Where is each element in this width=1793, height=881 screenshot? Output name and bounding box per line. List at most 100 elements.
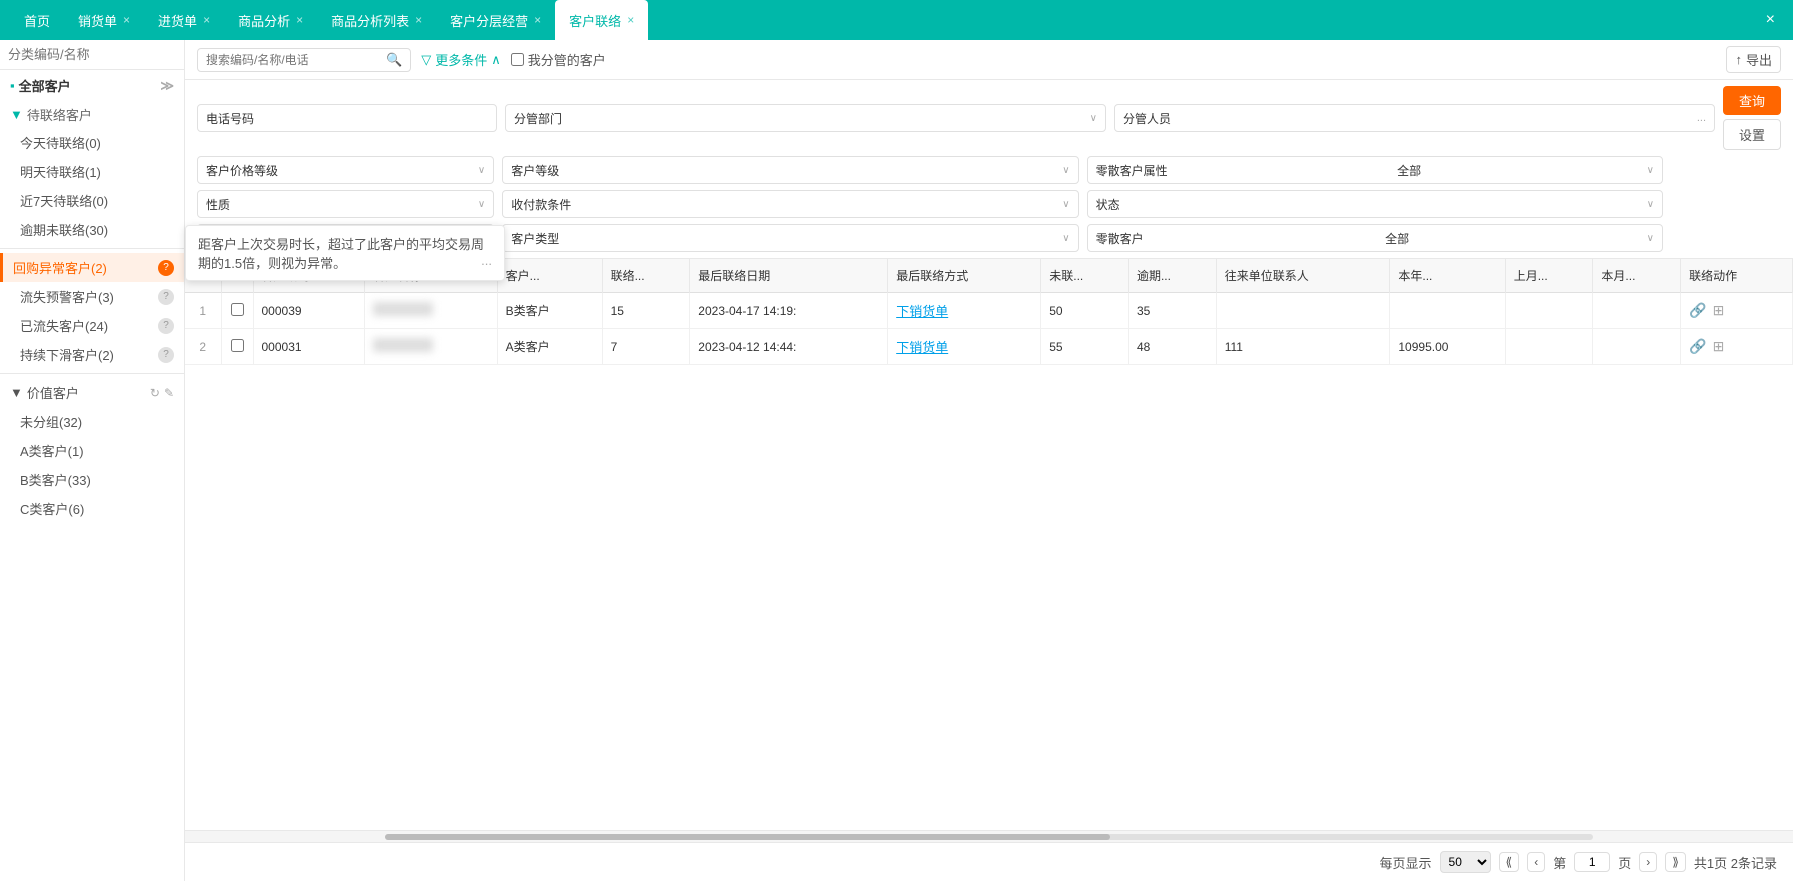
- nav-home[interactable]: 首页: [10, 0, 64, 40]
- row2-grid-icon[interactable]: ⊞: [1713, 338, 1725, 355]
- next-page-btn[interactable]: ›: [1639, 852, 1657, 872]
- customer-type-arrow: ∨: [1062, 233, 1069, 244]
- sidebar-7days-pending[interactable]: 近7天待联络(0): [0, 186, 184, 215]
- sidebar-today-pending[interactable]: 今天待联络(0): [0, 128, 184, 157]
- sidebar-declining[interactable]: 持续下滑客户(2) ?: [0, 340, 184, 369]
- edit-icon[interactable]: ✎: [164, 386, 174, 400]
- sidebar-churn-warning[interactable]: 流失预警客户(3) ?: [0, 282, 184, 311]
- row1-contact-person: [1216, 293, 1390, 329]
- filter-row-3: 性质 ∨ 收付款条件 ∨ 状态 ∨: [197, 190, 1781, 218]
- col-last-date: 最后联络日期: [690, 259, 888, 293]
- row1-name: [365, 293, 497, 329]
- close-customer-contact[interactable]: ×: [627, 13, 634, 27]
- row1-grid-icon[interactable]: ⊞: [1713, 302, 1725, 319]
- tooltip-close[interactable]: ...: [481, 253, 492, 268]
- nav-customer-contact[interactable]: 客户联络 ×: [555, 0, 648, 40]
- col-contact-person: 往来单位联系人: [1216, 259, 1390, 293]
- nav-product-analysis-list[interactable]: 商品分析列表 ×: [317, 0, 436, 40]
- nav-close-all[interactable]: ×: [1758, 11, 1783, 29]
- row2-code: 000031: [253, 329, 365, 365]
- row1-link-icon[interactable]: 🔗: [1689, 302, 1706, 319]
- retail-customer-field[interactable]: 零散客户 全部 ∨: [1087, 224, 1663, 252]
- sidebar-ungrouped[interactable]: 未分组(32): [0, 407, 184, 436]
- nature-arrow: ∨: [478, 199, 485, 210]
- nav-purchase-order[interactable]: 进货单 ×: [144, 0, 224, 40]
- close-product-analysis[interactable]: ×: [296, 13, 303, 27]
- churned-help-icon[interactable]: ?: [158, 318, 174, 334]
- content-area: 🔍 ▽ 更多条件 ∧ 我分管的客户 ↑ 导出 电话号码: [185, 40, 1793, 881]
- sidebar-a-class[interactable]: A类客户(1): [0, 436, 184, 465]
- retail-attr-field[interactable]: 零散客户属性 全部 ∨: [1087, 156, 1663, 184]
- col-this-month: 本月...: [1593, 259, 1681, 293]
- col-this-year: 本年...: [1390, 259, 1505, 293]
- sidebar-repurchase-anomaly[interactable]: 回购异常客户(2) ?: [0, 253, 184, 282]
- phone-field[interactable]: 电话号码: [197, 104, 497, 132]
- customer-type-field[interactable]: 客户类型 ∨: [502, 224, 1078, 252]
- row2-last-method[interactable]: 下销货单: [888, 329, 1041, 365]
- payment-arrow: ∨: [1062, 199, 1069, 210]
- table-footer: 每页显示 50 100 200 ⟪ ‹ 第 页 › ⟫ 共1页 2条记录: [185, 842, 1793, 881]
- table-wrap: ⚙ 客户编码 客户名称 客户... 联络... 最后联络日期 最后联络方式 未联…: [185, 259, 1793, 830]
- sidebar-b-class[interactable]: B类客户(33): [0, 465, 184, 494]
- close-purchase-order[interactable]: ×: [203, 13, 210, 27]
- payment-field[interactable]: 收付款条件 ∨: [502, 190, 1078, 218]
- sidebar-tomorrow-pending[interactable]: 明天待联络(1): [0, 157, 184, 186]
- row2-actions: 🔗 ⊞: [1681, 329, 1793, 365]
- col-overdue: 逾期...: [1128, 259, 1216, 293]
- branch-dept-field[interactable]: 分管部门 ∨: [505, 104, 1106, 132]
- row2-link-icon[interactable]: 🔗: [1689, 338, 1706, 355]
- sidebar-divider1: [0, 248, 184, 249]
- row1-last-method[interactable]: 下销货单: [888, 293, 1041, 329]
- scrollbar-thumb[interactable]: [385, 834, 1110, 840]
- my-customer-checkbox-wrap: 我分管的客户: [511, 50, 606, 69]
- row2-unlink: 55: [1041, 329, 1129, 365]
- main-search-input[interactable]: [206, 53, 386, 67]
- sidebar-search-input[interactable]: [8, 47, 184, 62]
- first-page-btn[interactable]: ⟪: [1499, 852, 1520, 872]
- price-tier-field[interactable]: 客户价格等级 ∨: [197, 156, 494, 184]
- main-search-icon[interactable]: 🔍: [386, 52, 402, 68]
- sidebar-churned[interactable]: 已流失客户(24) ?: [0, 311, 184, 340]
- close-sales-order[interactable]: ×: [123, 13, 130, 27]
- close-customer-tier[interactable]: ×: [534, 13, 541, 27]
- scrollbar-area[interactable]: [185, 830, 1793, 842]
- branch-person-dots: ...: [1697, 112, 1706, 124]
- page-size-select[interactable]: 50 100 200: [1440, 851, 1491, 873]
- action-btns: 查询 设置: [1723, 86, 1781, 150]
- search-input-wrap: 🔍: [197, 48, 411, 72]
- sidebar-collapse-icon[interactable]: ≫: [160, 78, 174, 94]
- prev-page-btn[interactable]: ‹: [1527, 852, 1545, 872]
- branch-person-field[interactable]: 分管人员 ...: [1114, 104, 1715, 132]
- churn-help-icon[interactable]: ?: [158, 289, 174, 305]
- declining-help-icon[interactable]: ?: [158, 347, 174, 363]
- row1-checkbox[interactable]: [221, 293, 253, 329]
- sidebar-c-class[interactable]: C类客户(6): [0, 494, 184, 523]
- page-number-input[interactable]: [1574, 852, 1610, 872]
- more-conditions-btn[interactable]: ▽ 更多条件 ∧: [421, 50, 501, 69]
- close-product-analysis-list[interactable]: ×: [415, 13, 422, 27]
- tooltip-box: 距客户上次交易时长，超过了此客户的平均交易周期的1.5倍，则视为异常。 ...: [185, 225, 505, 281]
- sidebar-group-pending[interactable]: ▼ 待联络客户: [0, 101, 184, 128]
- row1-check[interactable]: [231, 303, 244, 316]
- sidebar-all-customers[interactable]: ▪ 全部客户 ≫: [0, 70, 184, 101]
- sidebar-value-group[interactable]: ▼ 价值客户 ↻ ✎: [0, 378, 184, 407]
- price-tier-arrow: ∨: [478, 165, 485, 176]
- sidebar-overdue-contact[interactable]: 逾期未联络(30): [0, 215, 184, 244]
- export-btn[interactable]: ↑ 导出: [1726, 46, 1781, 73]
- my-customer-checkbox[interactable]: [511, 53, 524, 66]
- status-field[interactable]: 状态 ∨: [1087, 190, 1663, 218]
- row2-checkbox[interactable]: [221, 329, 253, 365]
- refresh-icon[interactable]: ↻: [150, 386, 160, 400]
- set-button[interactable]: 设置: [1723, 119, 1781, 150]
- row1-overdue: 35: [1128, 293, 1216, 329]
- nav-product-analysis[interactable]: 商品分析 ×: [224, 0, 317, 40]
- customer-tier-field[interactable]: 客户等级 ∨: [502, 156, 1078, 184]
- row2-check[interactable]: [231, 339, 244, 352]
- row1-unlink: 50: [1041, 293, 1129, 329]
- query-button[interactable]: 查询: [1723, 86, 1781, 115]
- nav-sales-order[interactable]: 销货单 ×: [64, 0, 144, 40]
- nature-field[interactable]: 性质 ∨: [197, 190, 494, 218]
- anomaly-help-icon[interactable]: ?: [158, 260, 174, 276]
- nav-customer-tier[interactable]: 客户分层经营 ×: [436, 0, 555, 40]
- last-page-btn[interactable]: ⟫: [1665, 852, 1686, 872]
